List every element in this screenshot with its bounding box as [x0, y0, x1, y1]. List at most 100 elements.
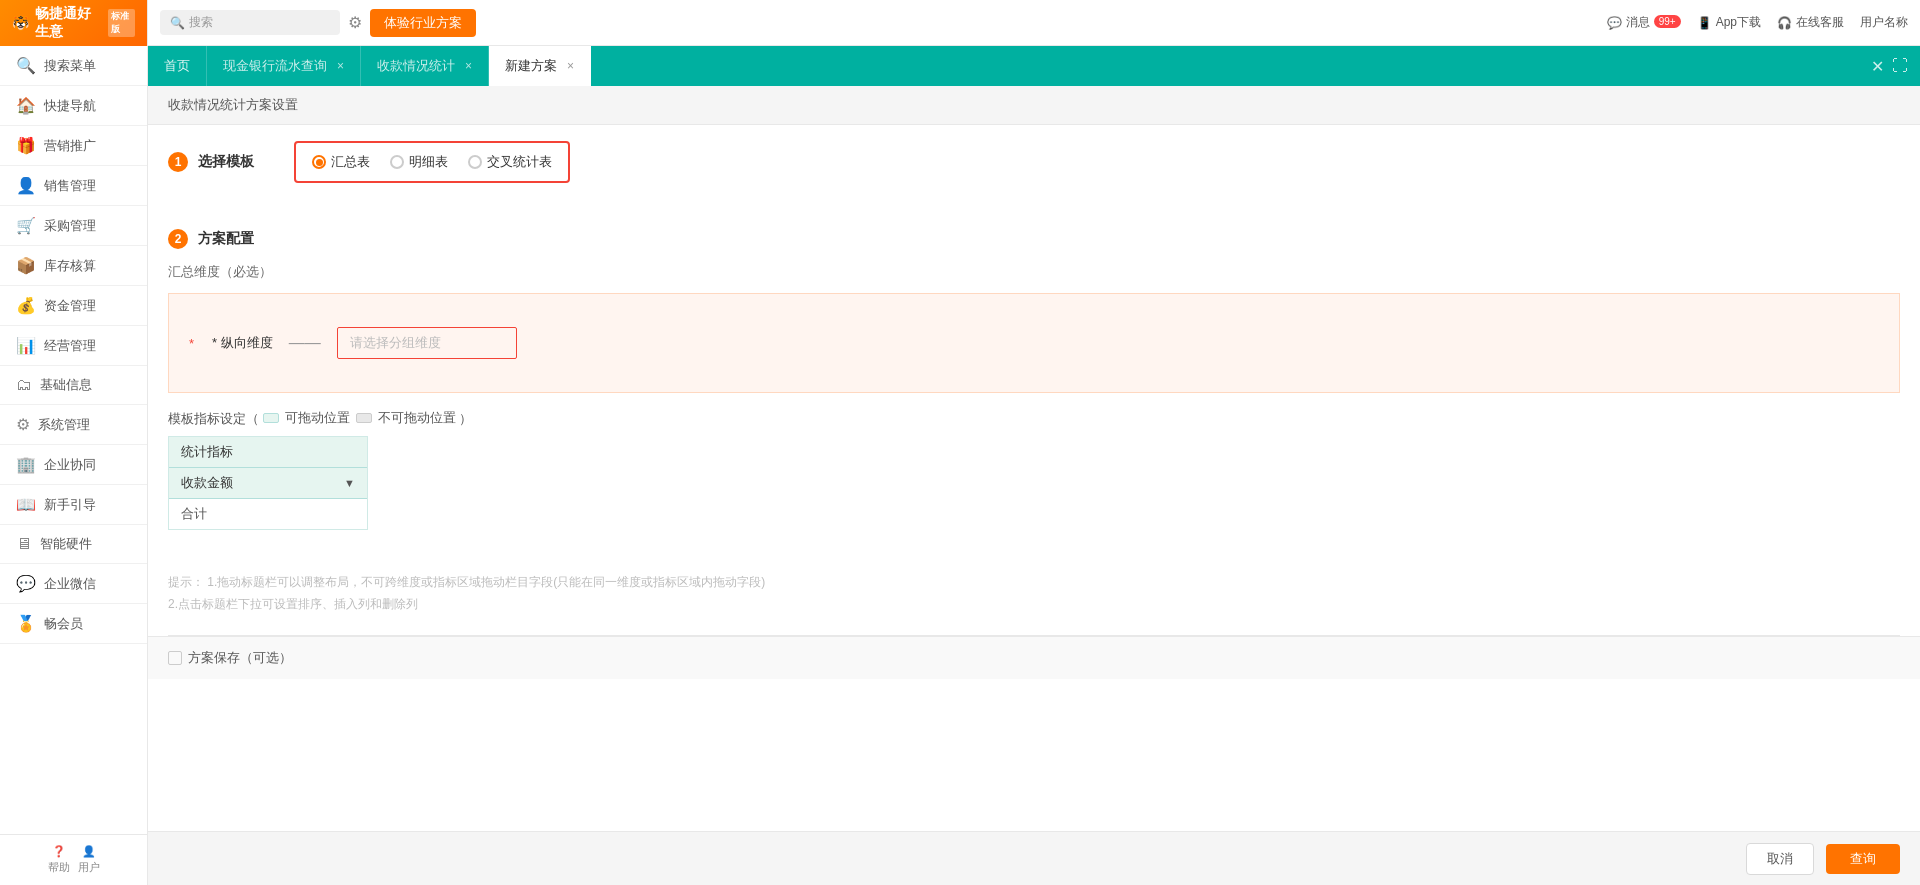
draggable-legend-swatch [263, 413, 279, 423]
fixed-legend-swatch [356, 413, 372, 423]
required-star: * [189, 336, 194, 351]
sidebar-bottom: ❓ 帮助 👤 用户 [0, 834, 147, 885]
radio-summary[interactable]: 汇总表 [312, 153, 370, 171]
sidebar-item-enterprise[interactable]: 🏢 企业协同 [0, 445, 147, 485]
page-title: 收款情况统计方案设置 [168, 97, 298, 112]
settings-icon[interactable]: ⚙ [348, 13, 362, 32]
sidebar-item-wechat[interactable]: 💬 企业微信 [0, 564, 147, 604]
sidebar-item-operation[interactable]: 📊 经营管理 [0, 326, 147, 366]
sidebar-item-label: 基础信息 [40, 376, 92, 394]
support-btn[interactable]: 🎧 在线客服 [1777, 14, 1844, 31]
query-button[interactable]: 查询 [1826, 844, 1900, 874]
metric-table: 统计指标 收款金额 ▼ 合计 [168, 436, 368, 530]
page-title-bar: 收款情况统计方案设置 [148, 86, 1920, 125]
radio-cross[interactable]: 交叉统计表 [468, 153, 552, 171]
industry-btn[interactable]: 体验行业方案 [370, 9, 476, 37]
messages-btn[interactable]: 💬 消息 99+ [1607, 14, 1681, 31]
tab-new-plan-close[interactable]: × [567, 60, 574, 72]
tabbar-right-controls: ✕ ⛶ [1871, 57, 1920, 76]
save-option-bar: 方案保存（可选） [148, 636, 1920, 679]
chat-icon: 💬 [16, 574, 36, 593]
save-checkbox[interactable] [168, 651, 182, 665]
user-profile-btn[interactable]: 用户名称 [1860, 14, 1908, 31]
sidebar-item-search-menu[interactable]: 🔍 搜索菜单 [0, 46, 147, 86]
sidebar-item-label: 智能硬件 [40, 535, 92, 553]
sidebar-item-finance[interactable]: 💰 资金管理 [0, 286, 147, 326]
tabbar: 首页 现金银行流水查询 × 收款情况统计 × 新建方案 × ✕ ⛶ [148, 46, 1920, 86]
dimension-select[interactable]: 请选择分组维度 [337, 327, 517, 359]
support-label: 在线客服 [1796, 14, 1844, 31]
sidebar-logo: 🐯 畅捷通好生意 标准版 [0, 0, 147, 46]
tab-new-plan-label: 新建方案 [505, 57, 557, 75]
tab-collection-stats-close[interactable]: × [465, 60, 472, 72]
app-download-btn[interactable]: 📱 App下载 [1697, 14, 1761, 31]
sidebar-item-label: 采购管理 [44, 217, 96, 235]
radio-detail-circle [390, 155, 404, 169]
step1-num: 1 [168, 152, 188, 172]
radio-cross-label: 交叉统计表 [487, 153, 552, 171]
step1-section: 1 选择模板 汇总表 明细表 [148, 125, 1920, 213]
content-area: 收款情况统计方案设置 1 选择模板 汇总表 [148, 86, 1920, 831]
tab-collection-stats-label: 收款情况统计 [377, 57, 455, 75]
window-close-icon[interactable]: ✕ [1871, 57, 1884, 76]
help-icon: ❓ [52, 845, 66, 858]
sidebar-item-label: 经营管理 [44, 337, 96, 355]
building-icon: 🏢 [16, 455, 36, 474]
radio-detail[interactable]: 明细表 [390, 153, 448, 171]
money-icon: 💰 [16, 296, 36, 315]
sidebar-user[interactable]: 👤 用户 [78, 845, 100, 875]
sidebar-item-label: 新手引导 [44, 496, 96, 514]
chart-icon: 📊 [16, 336, 36, 355]
step2-indicator: 2 方案配置 [168, 229, 1900, 249]
window-maximize-icon[interactable]: ⛶ [1892, 57, 1908, 75]
tip-line-1: 提示： 1.拖动标题栏可以调整布局，不可跨维度或指标区域拖动栏目字段(只能在同一… [168, 572, 1900, 594]
sidebar-item-label: 企业协同 [44, 456, 96, 474]
tips-section: 提示： 1.拖动标题栏可以调整布局，不可跨维度或指标区域拖动栏目字段(只能在同一… [148, 562, 1920, 635]
headset-icon: 🎧 [1777, 16, 1792, 30]
tab-new-plan[interactable]: 新建方案 × [489, 46, 591, 86]
messages-label: 消息 [1626, 14, 1650, 31]
search-icon: 🔍 [170, 16, 185, 30]
sidebar-item-label: 快捷导航 [44, 97, 96, 115]
box-icon: 📦 [16, 256, 36, 275]
user-label: 用户 [78, 860, 100, 875]
gear-icon: ⚙ [16, 415, 30, 434]
radio-detail-label: 明细表 [409, 153, 448, 171]
sidebar-item-guide[interactable]: 📖 新手引导 [0, 485, 147, 525]
sidebar-item-label: 企业微信 [44, 575, 96, 593]
cart-icon: 🛒 [16, 216, 36, 235]
collection-amount-row[interactable]: 收款金额 ▼ [169, 468, 367, 499]
step2-num: 2 [168, 229, 188, 249]
search-menu-icon: 🔍 [16, 56, 36, 75]
tab-cashflow[interactable]: 现金银行流水查询 × [207, 46, 361, 86]
tab-cashflow-close[interactable]: × [337, 60, 344, 72]
collection-amount-label: 收款金额 [181, 474, 233, 492]
sidebar-item-purchase[interactable]: 🛒 采购管理 [0, 206, 147, 246]
sidebar-item-label: 销售管理 [44, 177, 96, 195]
tab-collection-stats[interactable]: 收款情况统计 × [361, 46, 489, 86]
sidebar-item-quick-nav[interactable]: 🏠 快捷导航 [0, 86, 147, 126]
radio-cross-circle [468, 155, 482, 169]
cancel-button[interactable]: 取消 [1746, 843, 1814, 875]
total-row: 合计 [169, 499, 367, 529]
radio-summary-circle [312, 155, 326, 169]
sidebar-item-inventory[interactable]: 📦 库存核算 [0, 246, 147, 286]
dropdown-icon: ▼ [344, 477, 355, 489]
topbar-actions: 💬 消息 99+ 📱 App下载 🎧 在线客服 用户名称 [1607, 14, 1908, 31]
main-area: 🔍 搜索 ⚙ 体验行业方案 💬 消息 99+ 📱 App下载 🎧 在线客服 用户… [148, 0, 1920, 885]
sidebar-help[interactable]: ❓ 帮助 [48, 845, 70, 875]
sidebar-item-member[interactable]: 🏅 畅会员 [0, 604, 147, 644]
sidebar-item-label: 库存核算 [44, 257, 96, 275]
sidebar-item-sales[interactable]: 👤 销售管理 [0, 166, 147, 206]
topbar-search-box[interactable]: 🔍 搜索 [160, 10, 340, 35]
sidebar-item-hardware[interactable]: 🖥 智能硬件 [0, 525, 147, 564]
sidebar-item-marketing[interactable]: 🎁 营销推广 [0, 126, 147, 166]
monitor-icon: 🖥 [16, 535, 32, 553]
folder-icon: 🗂 [16, 376, 32, 394]
arrow-icon: —— [289, 334, 321, 352]
sidebar-item-system[interactable]: ⚙ 系统管理 [0, 405, 147, 445]
tab-home[interactable]: 首页 [148, 46, 207, 86]
step2-label: 方案配置 [198, 230, 254, 248]
metric-table-container: 统计指标 收款金额 ▼ 合计 [168, 436, 1900, 546]
sidebar-item-basic-info[interactable]: 🗂 基础信息 [0, 366, 147, 405]
